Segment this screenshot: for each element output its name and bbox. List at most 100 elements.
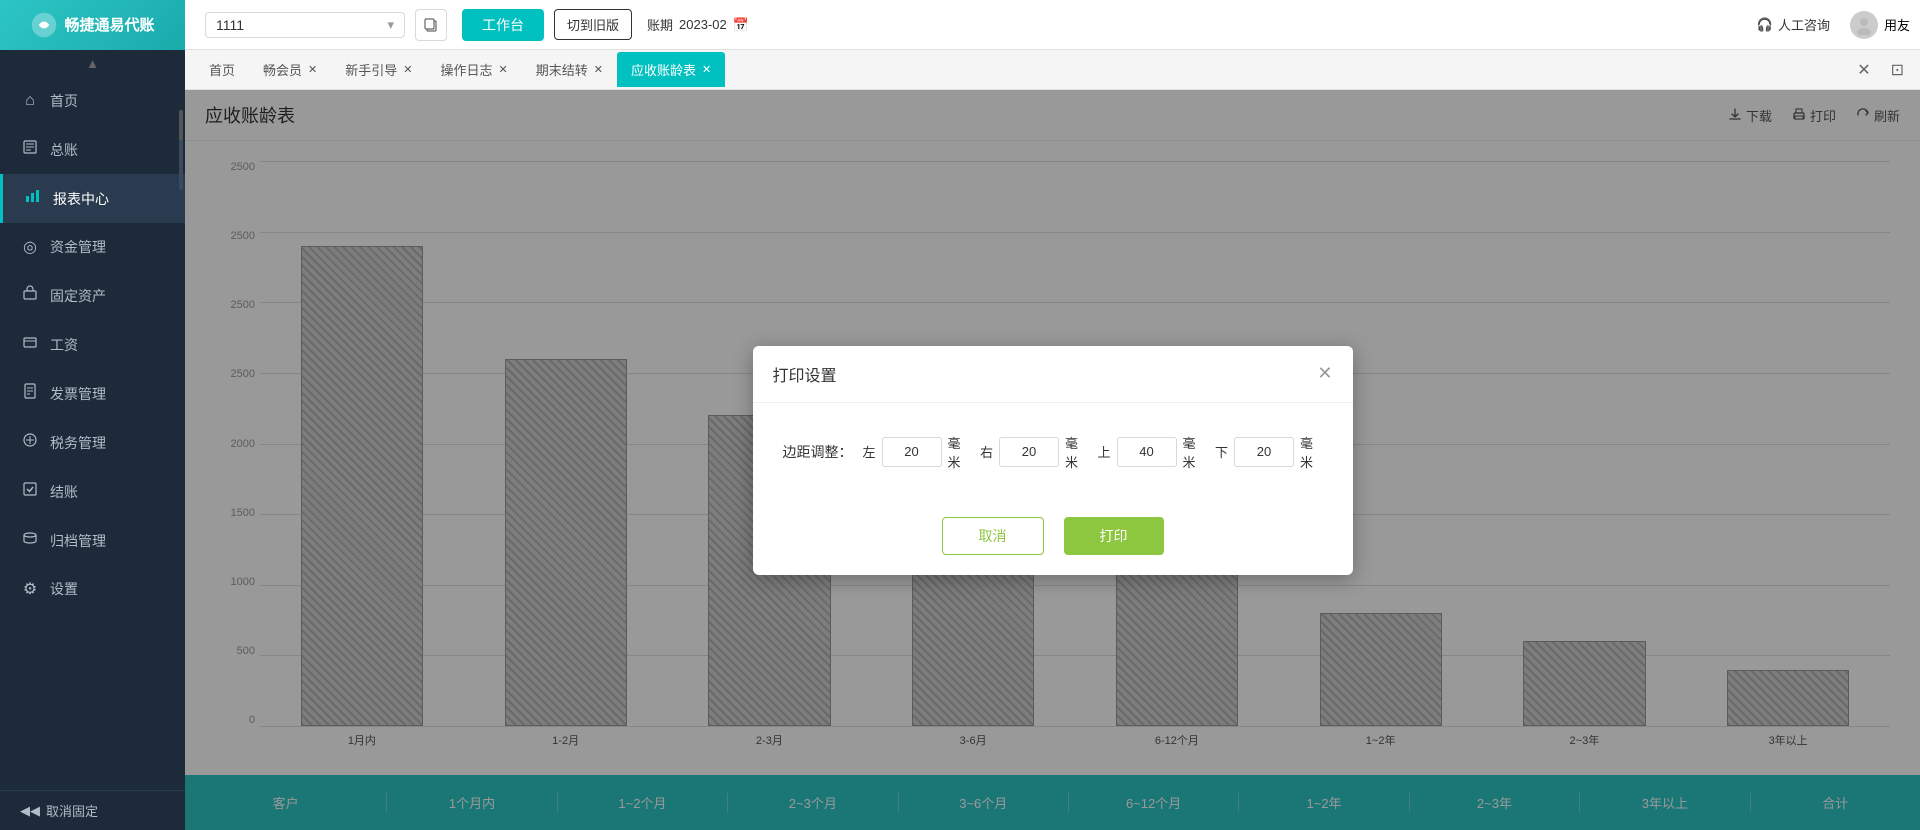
sidebar-scrollbar-thumb: [179, 110, 183, 140]
scroll-up-btn[interactable]: ▲: [0, 50, 185, 77]
support-button[interactable]: 🎧 人工咨询: [1757, 15, 1830, 34]
top-unit: 毫米: [1183, 433, 1205, 471]
period-label: 账期: [647, 15, 673, 34]
sidebar-item-home[interactable]: ⌂ 首页: [0, 77, 185, 125]
sidebar-label-funds: 资金管理: [50, 237, 106, 257]
period-value: 2023-02: [679, 17, 727, 32]
ledger-svg-icon: [22, 139, 38, 155]
tab-oplog[interactable]: 操作日志 ✕: [426, 52, 521, 87]
dialog-body: 边距调整： 左 毫米 右 毫米 上: [753, 403, 1353, 501]
sidebar-label-checkout: 结账: [50, 482, 78, 502]
sidebar-label-assets: 固定资产: [50, 286, 106, 306]
left-label: 左: [863, 442, 876, 461]
header: 畅捷通易代账 1111 ▾ 工作台 切到旧版 账期 2023-02 📅 🎧 人工…: [0, 0, 1920, 50]
collapse-label: 取消固定: [46, 801, 98, 820]
user-avatar-icon: [1854, 15, 1874, 35]
company-name: 1111: [216, 17, 379, 33]
sidebar-item-ledger[interactable]: 总账: [0, 125, 185, 174]
cancel-button[interactable]: 取消: [942, 517, 1044, 555]
ledger-icon: [20, 139, 40, 160]
collapse-icon: ◀◀: [20, 803, 40, 819]
top-label: 上: [1098, 442, 1111, 461]
archive-icon: [20, 530, 40, 551]
dialog-close-button[interactable]: ✕: [1317, 363, 1332, 384]
tabs-bar: 首页 畅会员 ✕ 新手引导 ✕ 操作日志 ✕ 期末结转 ✕ 应收账龄表 ✕: [185, 50, 1920, 90]
tax-svg-icon: [22, 432, 38, 448]
tab-guide-close-icon[interactable]: ✕: [403, 63, 412, 76]
sidebar-item-salary[interactable]: 工资: [0, 320, 185, 369]
margin-left-group: 左 毫米: [863, 433, 971, 471]
reports-svg-icon: [25, 188, 41, 204]
user-area[interactable]: 用友: [1850, 11, 1910, 39]
sidebar-item-checkout[interactable]: 结账: [0, 467, 185, 516]
right-label: 右: [980, 442, 993, 461]
tab-period-end[interactable]: 期末结转 ✕: [522, 52, 617, 87]
margin-label: 边距调整：: [783, 442, 853, 462]
tab-oplog-label: 操作日志: [440, 60, 492, 79]
sidebar-item-funds[interactable]: ◎ 资金管理: [0, 223, 185, 271]
invoice-icon: [20, 383, 40, 404]
bottom-label: 下: [1215, 442, 1228, 461]
right-unit: 毫米: [1065, 433, 1087, 471]
checkout-svg-icon: [22, 481, 38, 497]
headset-icon: 🎧: [1757, 17, 1773, 33]
tab-aging[interactable]: 应收账龄表 ✕: [617, 52, 725, 87]
switch-old-button[interactable]: 切到旧版: [554, 9, 632, 40]
top-margin-input[interactable]: [1117, 437, 1177, 467]
company-selector[interactable]: 1111 ▾: [205, 12, 405, 38]
margin-top-group: 上 毫米: [1098, 433, 1206, 471]
tab-home[interactable]: 首页: [195, 52, 249, 87]
tab-vip-label: 畅会员: [263, 60, 302, 79]
reports-icon: [23, 188, 43, 209]
sidebar: ▲ ⌂ 首页 总账: [0, 50, 185, 830]
username: 用友: [1884, 15, 1910, 34]
checkout-icon: [20, 481, 40, 502]
modal-overlay: 打印设置 ✕ 边距调整： 左 毫米 右 毫米: [185, 90, 1920, 830]
confirm-print-button[interactable]: 打印: [1064, 517, 1164, 555]
assets-icon: [20, 285, 40, 306]
tab-vip-close-icon[interactable]: ✕: [308, 63, 317, 76]
logo: 畅捷通易代账: [0, 0, 185, 50]
print-settings-dialog: 打印设置 ✕ 边距调整： 左 毫米 右 毫米: [753, 346, 1353, 575]
header-right: 🎧 人工咨询 用友: [1757, 11, 1910, 39]
close-tab-button[interactable]: ✕: [1851, 58, 1876, 82]
sidebar-item-tax[interactable]: 税务管理: [0, 418, 185, 467]
invoice-svg-icon: [22, 383, 38, 399]
sidebar-item-settings[interactable]: ⚙ 设置: [0, 565, 185, 613]
sidebar-item-reports[interactable]: 报表中心: [0, 174, 185, 223]
copy-button[interactable]: [415, 9, 447, 41]
tab-period-end-close-icon[interactable]: ✕: [594, 63, 603, 76]
tab-oplog-close-icon[interactable]: ✕: [499, 63, 508, 76]
sidebar-label-archive: 归档管理: [50, 531, 106, 551]
right-margin-input[interactable]: [999, 437, 1059, 467]
calendar-icon[interactable]: 📅: [733, 17, 749, 33]
maximize-tab-button[interactable]: ⊡: [1885, 58, 1910, 82]
support-label: 人工咨询: [1778, 15, 1830, 34]
avatar: [1850, 11, 1878, 39]
salary-svg-icon: [22, 334, 38, 350]
margin-bottom-group: 下 毫米: [1215, 433, 1323, 471]
collapse-sidebar-button[interactable]: ◀◀ 取消固定: [0, 790, 185, 830]
tab-guide[interactable]: 新手引导 ✕: [331, 52, 426, 87]
main-layout: ▲ ⌂ 首页 总账: [0, 50, 1920, 830]
assets-svg-icon: [22, 285, 38, 301]
copy-icon: [423, 17, 439, 33]
workbench-button[interactable]: 工作台: [462, 9, 544, 41]
bottom-margin-input[interactable]: [1234, 437, 1294, 467]
sidebar-label-tax: 税务管理: [50, 433, 106, 453]
tab-aging-close-icon[interactable]: ✕: [702, 63, 711, 76]
tab-aging-label: 应收账龄表: [631, 60, 696, 79]
tabs-actions: ✕ ⊡: [1851, 58, 1910, 82]
period-info: 账期 2023-02 📅: [647, 15, 749, 34]
dialog-title: 打印设置: [773, 362, 837, 386]
sidebar-item-invoice[interactable]: 发票管理: [0, 369, 185, 418]
home-icon: ⌂: [20, 92, 40, 110]
settings-icon: ⚙: [20, 579, 40, 599]
sidebar-item-archive[interactable]: 归档管理: [0, 516, 185, 565]
logo-icon: [30, 11, 58, 39]
sidebar-item-assets[interactable]: 固定资产: [0, 271, 185, 320]
sidebar-label-invoice: 发票管理: [50, 384, 106, 404]
left-margin-input[interactable]: [882, 437, 942, 467]
tab-vip[interactable]: 畅会员 ✕: [249, 52, 331, 87]
chevron-down-icon: ▾: [387, 17, 394, 33]
